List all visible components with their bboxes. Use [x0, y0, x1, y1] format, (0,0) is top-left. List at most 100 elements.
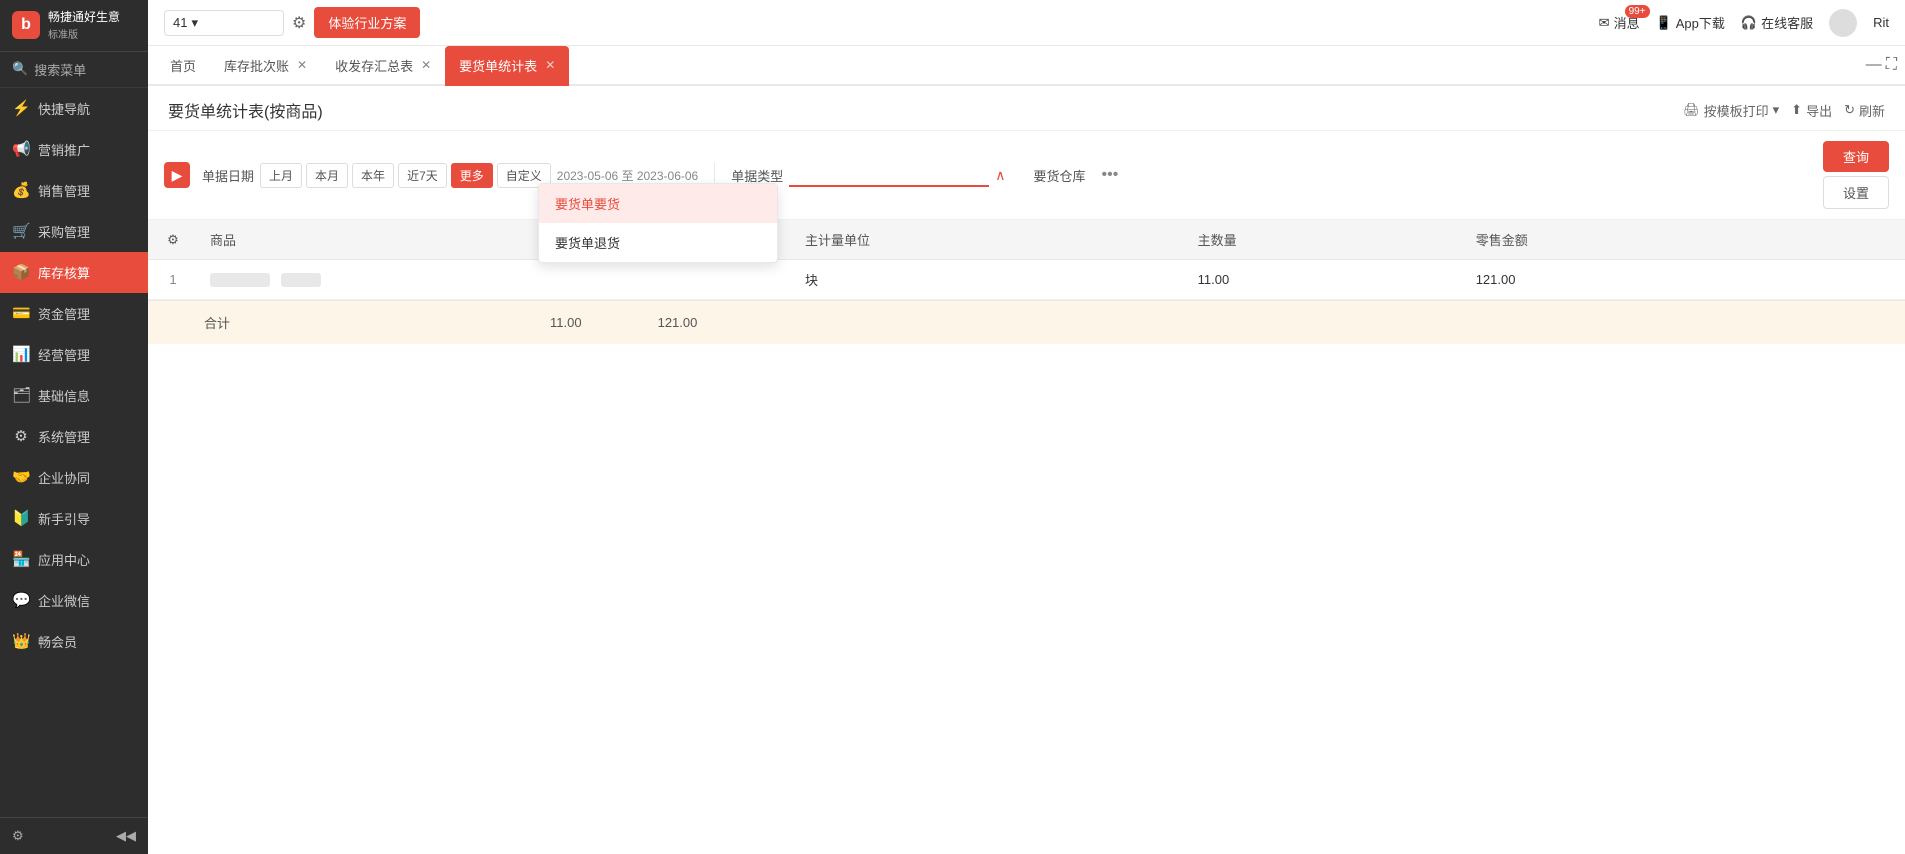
sidebar-item-basic[interactable]: 🗂 基础信息 [0, 375, 148, 416]
sidebar-item-inventory[interactable]: 📦 库存核算 [0, 252, 148, 293]
sidebar-item-label-sales: 销售管理 [38, 181, 90, 200]
print-btn[interactable]: 🖨 按模板打印 ▾ [1683, 101, 1779, 120]
sidebar-item-guide[interactable]: 🔰新手引导 [0, 498, 148, 539]
table-row: 1 块 11.00 121.00 [148, 260, 1905, 300]
date-btn-last-month[interactable]: 上月 [260, 163, 302, 188]
search-menu[interactable]: 🔍 搜索菜单 [0, 52, 148, 88]
user-name: Rit [1873, 15, 1889, 30]
online-service-btn[interactable]: 🎧 在线客服 [1741, 13, 1813, 32]
tab-recv-summary-close[interactable]: ✕ [421, 58, 431, 72]
tabs-expand-icon[interactable]: ⛶ [1886, 56, 1897, 74]
tab-batch-account-close[interactable]: ✕ [297, 58, 307, 72]
date-btn-this-month[interactable]: 本月 [306, 163, 348, 188]
dropdown-item-order-return[interactable]: 要货单退货 [539, 223, 777, 262]
sidebar-item-label-system: 系统管理 [38, 427, 90, 446]
cell-qty: 11.00 [1186, 260, 1464, 300]
app-download-btn[interactable]: 📱 App下载 [1656, 13, 1725, 32]
sidebar-item-appstore[interactable]: 🏪应用中心 [0, 539, 148, 580]
page-actions: 🖨 按模板打印 ▾ ⬆ 导出 ↻ 刷新 [1683, 101, 1885, 120]
col-settings[interactable]: ⚙ [148, 220, 198, 260]
sidebar-item-quick-nav[interactable]: ⚡快捷导航 [0, 88, 148, 129]
sidebar-item-system[interactable]: ⚙ 系统管理 [0, 416, 148, 457]
sidebar-item-label-inventory: 库存核算 [38, 263, 90, 282]
inventory-icon: 📦 [12, 263, 30, 281]
appstore-icon: 🏪 [12, 550, 30, 568]
product-code-placeholder [281, 273, 321, 287]
date-btn-last-7[interactable]: 近7天 [398, 163, 447, 188]
date-buttons: 上月 本月 本年 近7天 更多 自定义 [260, 163, 551, 188]
sidebar-item-operations[interactable]: 📊 经营管理 [0, 334, 148, 375]
filter-right-btns: 查询 设置 [1823, 141, 1889, 209]
topbar: 41 ▾ ⚙ 体验行业方案 ✉ 消息 99+ 📱 App下载 🎧 在线客服 Ri… [148, 0, 1905, 46]
basic-icon: 🗂 [12, 386, 30, 404]
sidebar-item-sales[interactable]: 💰 销售管理 [0, 170, 148, 211]
tab-home[interactable]: 首页 [156, 46, 210, 86]
tabs-minimize-icon[interactable]: — [1866, 56, 1882, 74]
topbar-left: 41 ▾ ⚙ 体验行业方案 [164, 7, 1587, 38]
sidebar-item-finance[interactable]: 💳资金管理 [0, 293, 148, 334]
sidebar-item-marketing[interactable]: 📢营销推广 [0, 129, 148, 170]
search-icon: 🔍 [12, 61, 28, 77]
date-filter-label: 单据日期 [202, 166, 254, 185]
sales-icon: 💰 [12, 181, 30, 199]
tab-recv-summary[interactable]: 收发存汇总表 ✕ [321, 46, 445, 86]
type-select-input[interactable] [789, 164, 989, 187]
tab-order-stats-label: 要货单统计表 [459, 56, 537, 75]
warehouse-dots-icon[interactable]: ••• [1102, 166, 1119, 184]
tab-order-stats[interactable]: 要货单统计表 ✕ [445, 46, 569, 86]
filter-expand-btn[interactable]: ▶ [164, 162, 190, 188]
operations-icon: 📊 [12, 345, 30, 363]
sidebar-item-vip[interactable]: 👑畅会员 [0, 621, 148, 662]
topbar-right: ✉ 消息 99+ 📱 App下载 🎧 在线客服 Rit [1599, 9, 1889, 37]
type-select-chevron-icon[interactable]: ∧ [995, 167, 1005, 184]
tab-batch-account[interactable]: 库存批次账 ✕ [210, 46, 321, 86]
system-icon: ⚙ [12, 427, 30, 445]
dropdown-item-order-return-label: 要货单退货 [555, 236, 620, 251]
settings-gear-icon[interactable]: ⚙ [292, 13, 306, 33]
col-qty: 主数量 [1186, 220, 1464, 260]
sidebar-item-label-enterprise: 企业协同 [38, 468, 90, 487]
sidebar-item-label-quick-nav: 快捷导航 [38, 99, 90, 118]
export-btn[interactable]: ⬆ 导出 [1791, 101, 1832, 120]
filter-settings-btn[interactable]: 设置 [1823, 176, 1889, 209]
trial-btn[interactable]: 体验行业方案 [314, 7, 420, 38]
search-menu-label: 搜索菜单 [34, 60, 86, 79]
dropdown-item-order-goods[interactable]: 要货单要货 [539, 184, 777, 223]
cell-unit: 块 [793, 260, 1186, 300]
messages-badge: 99+ [1625, 5, 1650, 18]
messages-btn[interactable]: ✉ 消息 99+ [1599, 13, 1640, 32]
export-label: 导出 [1806, 101, 1832, 120]
finance-icon: 💳 [12, 304, 30, 322]
type-dropdown-popup: 要货单要货 要货单退货 [538, 183, 778, 263]
cell-index: 1 [148, 260, 198, 300]
collapse-icon[interactable]: ◀◀ [116, 828, 136, 844]
sidebar-item-label-vip: 畅会员 [38, 632, 77, 651]
user-avatar[interactable] [1829, 9, 1857, 37]
sidebar-item-label-purchase: 采购管理 [38, 222, 90, 241]
refresh-btn[interactable]: ↻ 刷新 [1844, 101, 1885, 120]
logo-icon: b [12, 11, 40, 39]
sidebar-item-purchase[interactable]: 🛒 采购管理 [0, 211, 148, 252]
purchase-icon: 🛒 [12, 222, 30, 240]
page-content: 要货单统计表(按商品) 🖨 按模板打印 ▾ ⬆ 导出 ↻ 刷新 [148, 86, 1905, 854]
col-extra [1799, 220, 1905, 260]
date-btn-more[interactable]: 更多 [451, 163, 493, 188]
print-chevron-icon: ▾ [1773, 102, 1780, 118]
wecom-icon: 💬 [12, 591, 30, 609]
sidebar-item-label-basic: 基础信息 [38, 386, 90, 405]
table-footer: 合计 11.00 121.00 [148, 300, 1905, 344]
sidebar-item-label-wecom: 企业微信 [38, 591, 90, 610]
query-btn[interactable]: 查询 [1823, 141, 1889, 172]
store-selector[interactable]: 41 ▾ [164, 10, 284, 36]
sidebar-item-wecom[interactable]: 💬 企业微信 [0, 580, 148, 621]
sidebar-item-label-operations: 经营管理 [38, 345, 90, 364]
type-filter-label: 单据类型 [731, 166, 783, 185]
date-btn-this-year[interactable]: 本年 [352, 163, 394, 188]
sidebar-item-enterprise[interactable]: 🤝企业协同 [0, 457, 148, 498]
dropdown-item-order-goods-label: 要货单要货 [555, 197, 620, 212]
sidebar-item-label-guide: 新手引导 [38, 509, 90, 528]
settings-icon[interactable]: ⚙ [12, 828, 24, 844]
tab-order-stats-close[interactable]: ✕ [545, 58, 555, 72]
service-icon: 🎧 [1741, 15, 1757, 31]
app-icon: 📱 [1656, 15, 1672, 31]
